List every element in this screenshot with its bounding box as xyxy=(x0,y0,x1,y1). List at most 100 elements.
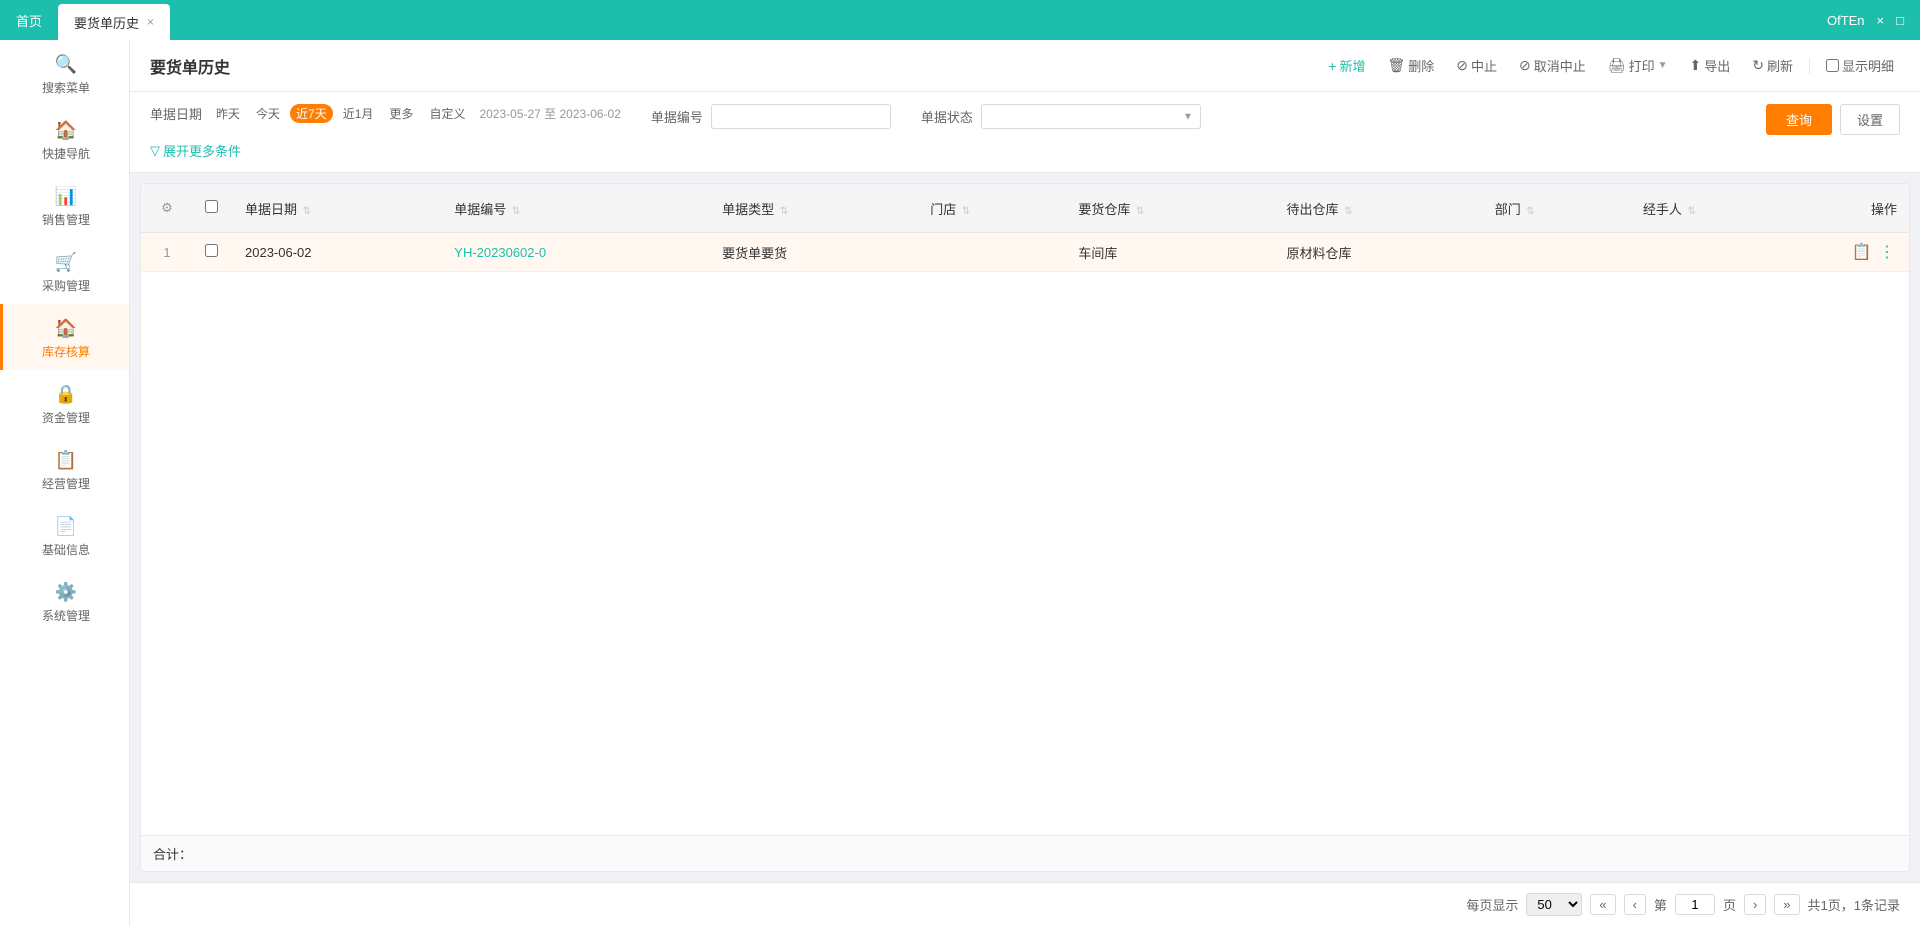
stop-button[interactable]: ⊘ 中止 xyxy=(1450,52,1503,79)
refresh-label: 刷新 xyxy=(1767,56,1793,75)
export-button[interactable]: ⬆ 导出 xyxy=(1683,52,1736,79)
last-page-button[interactable]: » xyxy=(1774,894,1799,915)
delete-icon: 🗑 xyxy=(1387,57,1405,74)
th-doc-date-label: 单据日期 xyxy=(245,202,297,217)
page-number-input[interactable] xyxy=(1675,894,1715,915)
date-shortcut-yesterday[interactable]: 昨天 xyxy=(210,104,246,123)
next-page-button[interactable]: › xyxy=(1744,894,1766,915)
status-input[interactable] xyxy=(981,104,1201,129)
row-doc-date: 2023-06-02 xyxy=(233,233,442,272)
total-info: 共1页，1条记录 xyxy=(1808,895,1900,914)
tab-home[interactable]: 首页 xyxy=(0,0,58,40)
row-doc-no-link[interactable]: YH-20230602-0 xyxy=(454,245,546,260)
sidebar: 🔍 搜索菜单 🏠 快捷导航 📊 销售管理 🛒 采购管理 🏠 库存核算 🔒 资金管… xyxy=(0,40,130,926)
sidebar-item-quick-nav[interactable]: 🏠 快捷导航 xyxy=(0,106,129,172)
row-pending-warehouse: 原材料仓库 xyxy=(1275,233,1483,272)
status-filter-label: 单据状态 xyxy=(921,107,973,126)
tab-requisition-history[interactable]: 要货单历史 × xyxy=(58,4,170,40)
page-size-select[interactable]: 50 10 20 100 xyxy=(1526,893,1582,916)
th-doc-no-sort-icon[interactable]: ⇅ xyxy=(512,206,520,217)
page-title: 要货单历史 xyxy=(150,54,230,90)
sidebar-item-basic-info[interactable]: 📄 基础信息 xyxy=(0,502,129,568)
prev-page-button[interactable]: ‹ xyxy=(1624,894,1646,915)
sidebar-item-finance-mgmt[interactable]: 🔒 资金管理 xyxy=(0,370,129,436)
th-req-warehouse-label: 要货仓库 xyxy=(1078,202,1130,217)
refresh-icon: ↻ xyxy=(1752,57,1764,74)
print-label: 打印 xyxy=(1629,56,1655,75)
th-req-warehouse-sort-icon[interactable]: ⇅ xyxy=(1136,206,1144,217)
date-shortcut-last7days[interactable]: 近7天 xyxy=(290,104,333,123)
setting-button[interactable]: 设置 xyxy=(1840,104,1900,135)
row-operations: 📋 ⋮ xyxy=(1809,233,1909,272)
table-row: 1 2023-06-02 YH-20230602-0 要货单要货 车间库 原材料… xyxy=(141,233,1909,272)
window-maximize-icon[interactable]: □ xyxy=(1896,13,1904,28)
date-shortcut-more[interactable]: 更多 xyxy=(383,104,419,123)
th-pending-warehouse-label: 待出仓库 xyxy=(1287,202,1339,217)
sidebar-item-label: 基础信息 xyxy=(42,541,90,558)
date-shortcut-today[interactable]: 今天 xyxy=(250,104,286,123)
th-handler-sort-icon[interactable]: ⇅ xyxy=(1687,206,1695,217)
expand-more-btn[interactable]: ▽ 展开更多条件 xyxy=(150,141,1900,160)
date-shortcut-last1month[interactable]: 近1月 xyxy=(337,104,380,123)
row-num-value: 1 xyxy=(163,245,170,260)
refresh-button[interactable]: ↻ 刷新 xyxy=(1746,52,1799,79)
filter-area: 单据日期 昨天 今天 近7天 近1月 更多 自定义 2023-05-27 至 2… xyxy=(130,92,1920,173)
tab-home-label: 首页 xyxy=(16,11,42,30)
filter-actions: 查询 设置 xyxy=(1766,104,1900,135)
sidebar-item-label: 系统管理 xyxy=(42,607,90,624)
th-handler: 经手人 ⇅ xyxy=(1631,184,1809,233)
date-range-text: 2023-05-27 至 2023-06-02 xyxy=(479,105,620,122)
show-detail-checkbox[interactable] xyxy=(1826,59,1839,72)
page-size-label: 每页显示 xyxy=(1466,895,1518,914)
row-more-btn[interactable]: ⋮ xyxy=(1879,244,1895,261)
date-shortcut-custom[interactable]: 自定义 xyxy=(423,104,471,123)
th-store-sort-icon[interactable]: ⇅ xyxy=(962,206,970,217)
new-button[interactable]: + 新增 xyxy=(1322,52,1371,79)
sidebar-item-label: 搜索菜单 xyxy=(42,79,90,96)
sidebar-item-label: 资金管理 xyxy=(42,409,90,426)
show-detail-label: 显示明细 xyxy=(1842,56,1894,75)
sidebar-item-sales-mgmt[interactable]: 📊 销售管理 xyxy=(0,172,129,238)
sidebar-item-operations-mgmt[interactable]: 📋 经营管理 xyxy=(0,436,129,502)
th-pending-warehouse-sort-icon[interactable]: ⇅ xyxy=(1344,206,1352,217)
th-department-label: 部门 xyxy=(1495,202,1521,217)
tab-close-icon[interactable]: × xyxy=(147,15,154,29)
th-doc-type-sort-icon[interactable]: ⇅ xyxy=(780,206,788,217)
cancel-stop-button[interactable]: ⊘ 取消中止 xyxy=(1513,52,1592,79)
page-input-label: 第 xyxy=(1654,895,1667,914)
sidebar-item-label: 库存核算 xyxy=(42,343,90,360)
th-doc-no: 单据编号 ⇅ xyxy=(442,184,710,233)
often-label: OfTEn xyxy=(1827,13,1865,28)
select-all-checkbox[interactable] xyxy=(205,200,218,213)
query-button[interactable]: 查询 xyxy=(1766,104,1832,135)
th-handler-label: 经手人 xyxy=(1643,202,1682,217)
content-area: 要货单历史 + 新增 🗑 删除 ⊘ 中止 ⊘ 取消中止 xyxy=(130,40,1920,926)
sidebar-item-purchase-mgmt[interactable]: 🛒 采购管理 xyxy=(0,238,129,304)
stop-label: 中止 xyxy=(1471,56,1497,75)
show-detail-button[interactable]: 显示明细 xyxy=(1820,52,1900,79)
new-icon: + xyxy=(1328,58,1336,74)
cancel-stop-label: 取消中止 xyxy=(1534,56,1586,75)
sidebar-item-system-mgmt[interactable]: ⚙️ 系统管理 xyxy=(0,568,129,634)
print-button[interactable]: 🖨 打印 ▼ xyxy=(1602,52,1674,79)
row-checkbox[interactable] xyxy=(205,244,218,257)
window-close-icon[interactable]: × xyxy=(1877,13,1885,28)
th-doc-date: 单据日期 ⇅ xyxy=(233,184,442,233)
th-department: 部门 ⇅ xyxy=(1483,184,1631,233)
page-unit-label: 页 xyxy=(1723,895,1736,914)
docno-input[interactable] xyxy=(711,104,891,129)
th-department-sort-icon[interactable]: ⇅ xyxy=(1526,206,1534,217)
export-label: 导出 xyxy=(1704,56,1730,75)
row-edit-btn[interactable]: 📋 xyxy=(1851,244,1871,261)
sidebar-item-search-menu[interactable]: 🔍 搜索菜单 xyxy=(0,40,129,106)
date-filter-col: 单据日期 昨天 今天 近7天 近1月 更多 自定义 2023-05-27 至 2… xyxy=(150,104,621,123)
delete-button[interactable]: 🗑 删除 xyxy=(1381,52,1440,79)
sidebar-item-inventory-check[interactable]: 🏠 库存核算 xyxy=(0,304,129,370)
th-doc-date-sort-icon[interactable]: ⇅ xyxy=(303,206,311,217)
print-icon: 🖨 xyxy=(1608,57,1626,74)
first-page-button[interactable]: « xyxy=(1590,894,1615,915)
quick-nav-icon: 🏠 xyxy=(55,120,77,141)
sidebar-item-label: 销售管理 xyxy=(42,211,90,228)
column-settings-icon[interactable]: ⚙ xyxy=(153,194,181,222)
new-label: 新增 xyxy=(1339,56,1365,75)
